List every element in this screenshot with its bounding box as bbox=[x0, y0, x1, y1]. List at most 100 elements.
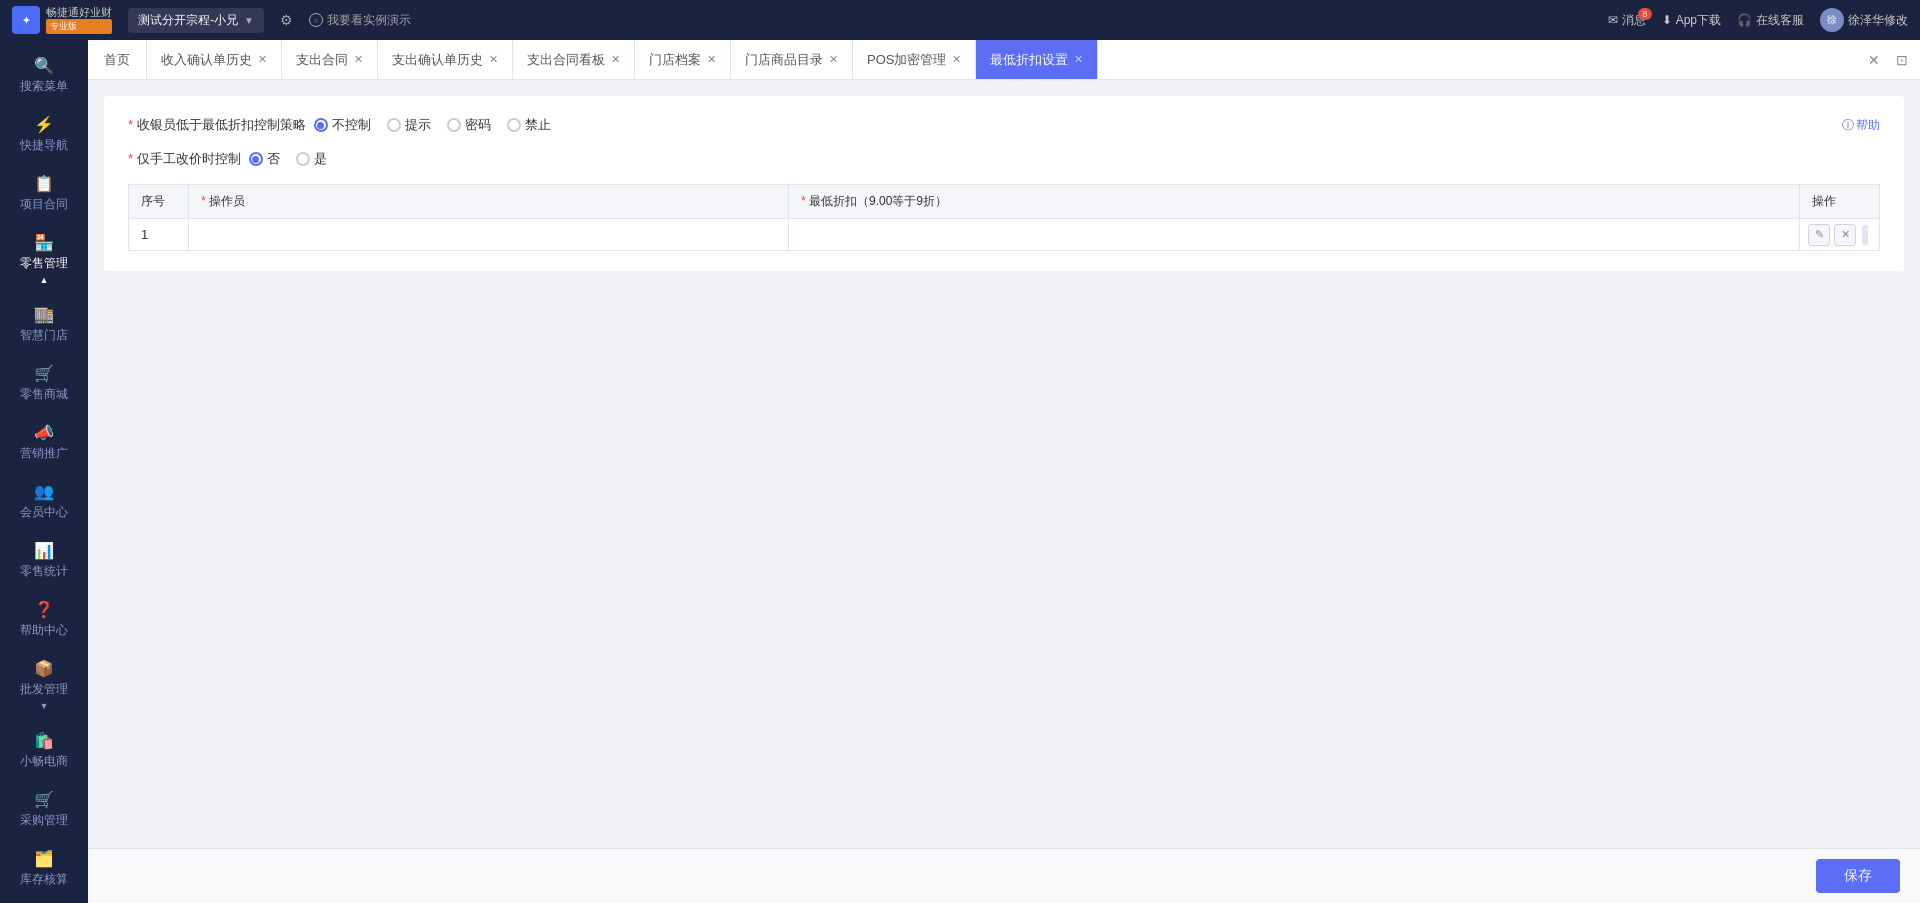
purchase-icon: 🛒 bbox=[34, 790, 54, 809]
demo-link[interactable]: ○ 我要看实例演示 bbox=[309, 12, 411, 29]
retail-manage-icon: 🏪 bbox=[34, 233, 54, 252]
demo-link-text: 我要看实例演示 bbox=[327, 12, 411, 29]
help-link[interactable]: ⓘ 帮助 bbox=[1842, 117, 1880, 134]
sidebar-label-help-center: 帮助中心 bbox=[20, 622, 68, 639]
sidebar-label-marketing: 营销推广 bbox=[20, 445, 68, 462]
radio-no-control[interactable]: 不控制 bbox=[314, 116, 371, 134]
radio-manual-yes-circle bbox=[296, 152, 310, 166]
sidebar-item-member-center[interactable]: 👥 会员中心 bbox=[0, 474, 88, 529]
row-edit-btn[interactable]: ✎ bbox=[1808, 224, 1830, 246]
control-strategy-radio-group: 不控制 提示 密码 禁止 bbox=[314, 116, 551, 134]
tab-payment-contract-close[interactable]: ✕ bbox=[354, 53, 363, 66]
row-drag-handle[interactable] bbox=[1862, 225, 1868, 245]
app-download-btn[interactable]: ⬇ App下载 bbox=[1662, 12, 1721, 29]
tab-pos-manage[interactable]: POS加密管理 ✕ bbox=[853, 40, 976, 80]
tab-store-goods-close[interactable]: ✕ bbox=[829, 53, 838, 66]
cell-min-discount[interactable] bbox=[789, 219, 1800, 251]
tab-payment-board-close[interactable]: ✕ bbox=[611, 53, 620, 66]
row-delete-btn[interactable]: ✕ bbox=[1834, 224, 1856, 246]
table-header-row: 序号 操作员 最低折扣（9.00等于9折） 操作 bbox=[129, 185, 1880, 219]
tab-store-goods[interactable]: 门店商品目录 ✕ bbox=[731, 40, 853, 80]
save-button[interactable]: 保存 bbox=[1816, 859, 1900, 893]
th-operation: 操作 bbox=[1800, 185, 1880, 219]
radio-forbid[interactable]: 禁止 bbox=[507, 116, 551, 134]
tab-store-file[interactable]: 门店档案 ✕ bbox=[635, 40, 731, 80]
operator-input[interactable] bbox=[201, 227, 776, 242]
sidebar-item-help-center[interactable]: ❓ 帮助中心 bbox=[0, 592, 88, 647]
sidebar-item-smart-store[interactable]: 🏬 智慧门店 bbox=[0, 297, 88, 352]
sidebar-label-smart-store: 智慧门店 bbox=[20, 327, 68, 344]
radio-hint-circle bbox=[387, 118, 401, 132]
sidebar-item-retail-stat[interactable]: 📊 零售统计 bbox=[0, 533, 88, 588]
tab-payment-contract[interactable]: 支出合同 ✕ bbox=[282, 40, 378, 80]
tab-store-file-close[interactable]: ✕ bbox=[707, 53, 716, 66]
cell-operator[interactable] bbox=[189, 219, 789, 251]
search-icon: 🔍 bbox=[34, 56, 54, 75]
sidebar-item-search[interactable]: 🔍 搜索菜单 bbox=[0, 48, 88, 103]
sidebar-label-online-store: 零售商城 bbox=[20, 386, 68, 403]
radio-password[interactable]: 密码 bbox=[447, 116, 491, 134]
table-head: 序号 操作员 最低折扣（9.00等于9折） 操作 bbox=[129, 185, 1880, 219]
user-btn[interactable]: 徐 徐泽华修改 bbox=[1820, 8, 1908, 32]
sidebar-label-ecommerce: 小畅电商 bbox=[20, 753, 68, 770]
manual-control-label: 仅手工改价时控制 bbox=[128, 150, 241, 168]
sidebar-item-project-contract[interactable]: 📋 项目合同 bbox=[0, 166, 88, 221]
message-btn[interactable]: ✉ 消息 8 bbox=[1608, 12, 1646, 29]
smart-store-icon: 🏬 bbox=[34, 305, 54, 324]
radio-hint[interactable]: 提示 bbox=[387, 116, 431, 134]
tab-pos-manage-close[interactable]: ✕ bbox=[952, 53, 961, 66]
sidebar-item-retail-manage[interactable]: 🏪 零售管理 ▲ bbox=[0, 225, 88, 293]
tab-income-confirm-close[interactable]: ✕ bbox=[258, 53, 267, 66]
ecommerce-icon: 🛍️ bbox=[34, 731, 54, 750]
sidebar-item-quick-nav[interactable]: ⚡ 快捷导航 bbox=[0, 107, 88, 162]
th-operator: 操作员 bbox=[189, 185, 789, 219]
project-contract-icon: 📋 bbox=[34, 174, 54, 193]
project-name: 测试分开宗程-小兄 bbox=[138, 12, 238, 29]
tab-home[interactable]: 首页 bbox=[88, 40, 147, 80]
help-text: 帮助 bbox=[1856, 117, 1880, 134]
sidebar-label-member-center: 会员中心 bbox=[20, 504, 68, 521]
radio-manual-no[interactable]: 否 bbox=[249, 150, 280, 168]
tab-payment-contract-label: 支出合同 bbox=[296, 51, 348, 69]
radio-no-control-label: 不控制 bbox=[332, 116, 371, 134]
tabs-bar: 首页 收入确认单历史 ✕ 支出合同 ✕ 支出确认单历史 ✕ 支出合同看板 ✕ 门… bbox=[88, 40, 1920, 80]
tab-payment-board[interactable]: 支出合同看板 ✕ bbox=[513, 40, 635, 80]
tab-income-confirm[interactable]: 收入确认单历史 ✕ bbox=[147, 40, 282, 80]
headset-icon: 🎧 bbox=[1737, 13, 1752, 27]
tab-min-discount[interactable]: 最低折扣设置 ✕ bbox=[976, 40, 1098, 80]
radio-manual-no-circle bbox=[249, 152, 263, 166]
radio-hint-label: 提示 bbox=[405, 116, 431, 134]
project-selector[interactable]: 测试分开宗程-小兄 ▼ bbox=[128, 8, 264, 33]
batch-manage-icon: 📦 bbox=[34, 659, 54, 678]
tabs-close-btn[interactable]: ✕ bbox=[1864, 48, 1884, 72]
sidebar-item-marketing[interactable]: 📣 营销推广 bbox=[0, 415, 88, 470]
sidebar-item-inventory[interactable]: 🗂️ 库存核算 bbox=[0, 841, 88, 896]
tabs-actions: ✕ ⊡ bbox=[1856, 48, 1920, 72]
sidebar-item-batch-manage[interactable]: 📦 批发管理 ▼ bbox=[0, 651, 88, 719]
tabs-expand-btn[interactable]: ⊡ bbox=[1892, 48, 1912, 72]
online-store-icon: 🛒 bbox=[34, 364, 54, 383]
min-discount-input[interactable] bbox=[801, 227, 1787, 242]
form-row-manual-control: 仅手工改价时控制 否 是 bbox=[128, 150, 1880, 168]
settings-icon[interactable]: ⚙ bbox=[280, 12, 293, 28]
retail-manage-arrow-icon: ▲ bbox=[40, 275, 49, 285]
tab-payment-confirm[interactable]: 支出确认单历史 ✕ bbox=[378, 40, 513, 80]
sidebar-item-ecommerce[interactable]: 🛍️ 小畅电商 bbox=[0, 723, 88, 778]
radio-manual-yes[interactable]: 是 bbox=[296, 150, 327, 168]
tab-min-discount-close[interactable]: ✕ bbox=[1074, 53, 1083, 66]
sidebar-label-inventory: 库存核算 bbox=[20, 871, 68, 888]
online-service-btn[interactable]: 🎧 在线客服 bbox=[1737, 12, 1804, 29]
tab-payment-confirm-close[interactable]: ✕ bbox=[489, 53, 498, 66]
sidebar: 🔍 搜索菜单 ⚡ 快捷导航 📋 项目合同 🏪 零售管理 ▲ 🏬 智慧门店 🛒 零… bbox=[0, 40, 88, 903]
cell-seq: 1 bbox=[129, 219, 189, 251]
member-center-icon: 👥 bbox=[34, 482, 54, 501]
tab-store-goods-label: 门店商品目录 bbox=[745, 51, 823, 69]
sidebar-label-batch-manage: 批发管理 bbox=[20, 681, 68, 698]
sidebar-label-retail-manage: 零售管理 bbox=[20, 255, 68, 272]
table-body: 1 ✎ ✕ bbox=[129, 219, 1880, 251]
sidebar-item-online-store[interactable]: 🛒 零售商城 bbox=[0, 356, 88, 411]
chevron-down-icon: ▼ bbox=[244, 15, 254, 26]
version-badge: 专业版 bbox=[46, 19, 112, 34]
logo-area: ✦ 畅捷通好业财 专业版 bbox=[12, 6, 112, 34]
sidebar-item-purchase[interactable]: 🛒 采购管理 bbox=[0, 782, 88, 837]
